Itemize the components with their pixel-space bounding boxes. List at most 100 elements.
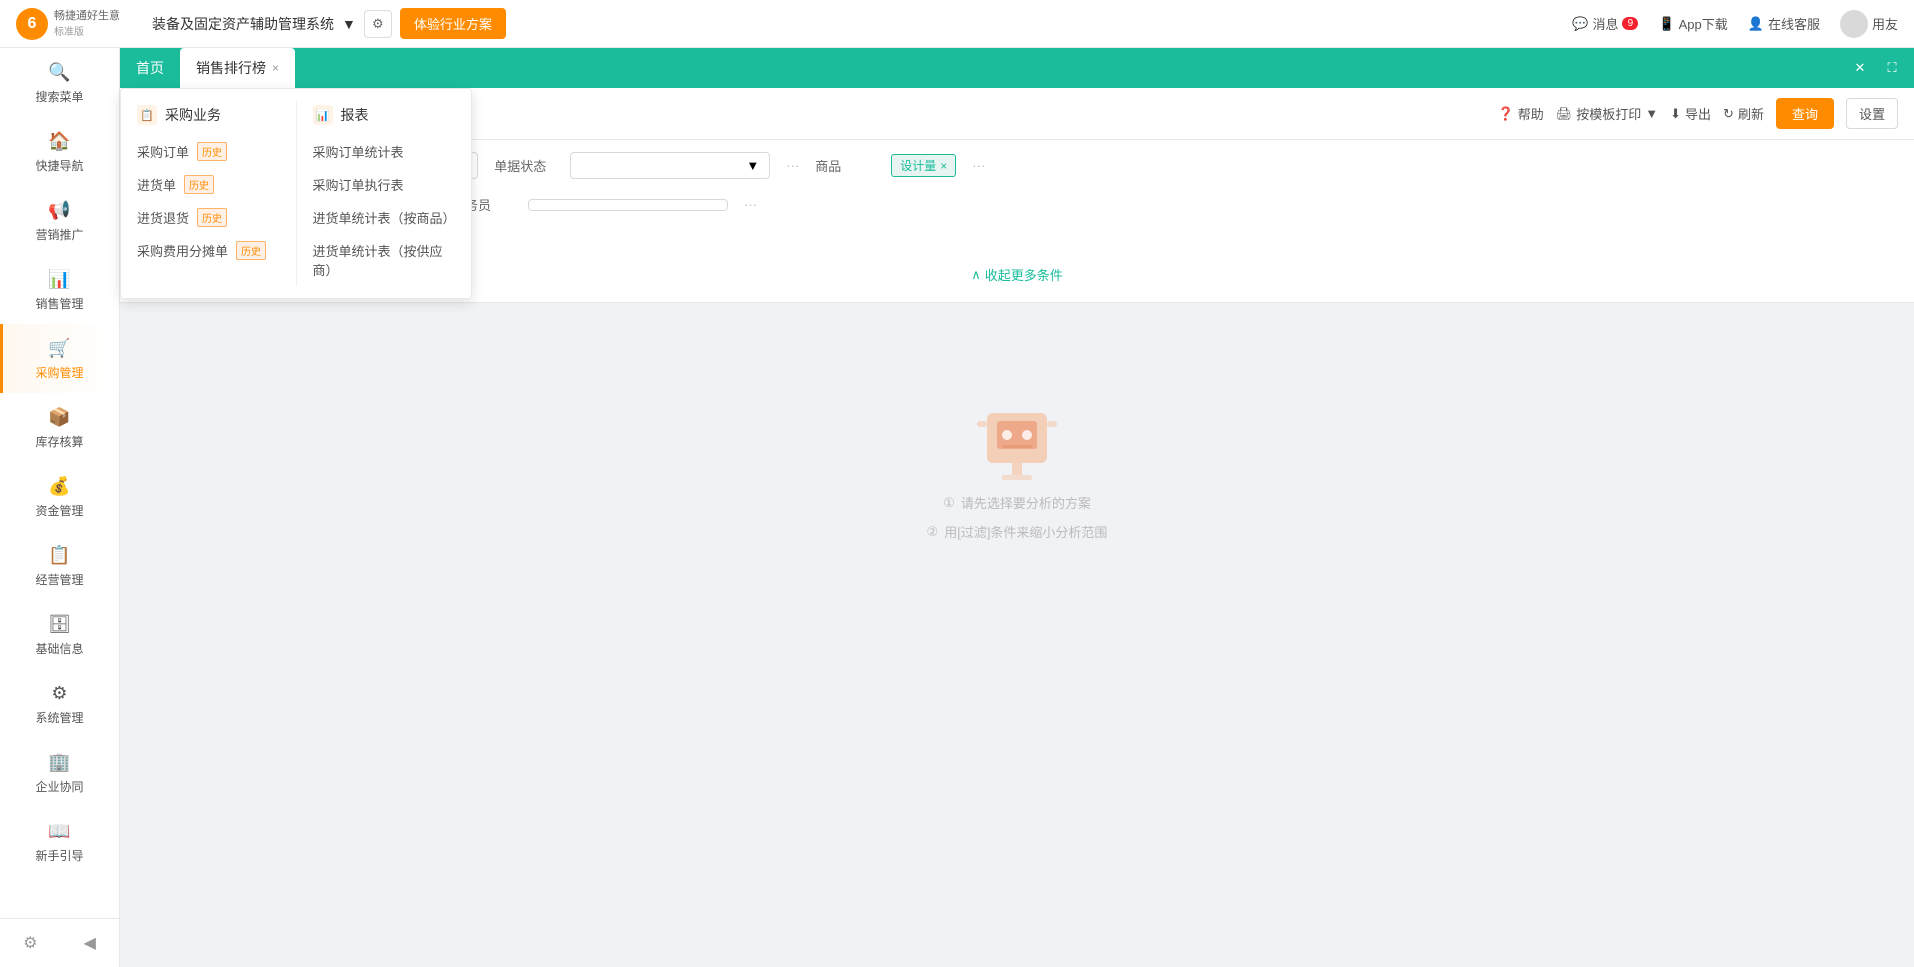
export-icon: ⬇ <box>1670 106 1681 122</box>
purchase-report-title: 📊 报表 <box>313 101 456 135</box>
sidebar-item-inventory[interactable]: 📦 库存核算 <box>0 393 119 462</box>
menu-item-incoming-goods[interactable]: 进货单统计表（按商品） <box>313 201 456 234</box>
logo-char: 6 <box>28 15 37 33</box>
doc-status-select[interactable]: ▼ <box>570 152 770 179</box>
sidebar-item-finance[interactable]: 💰 资金管理 <box>0 462 119 531</box>
return-badge: 历史 <box>197 208 227 227</box>
system-title-area: 装备及固定资产辅助管理系统 ▼ ⚙ 体验行业方案 <box>152 8 1572 39</box>
print-button[interactable]: 🖨 按模板打印 ▼ <box>1556 104 1658 123</box>
settings-button[interactable]: 设置 <box>1846 98 1898 129</box>
menu-item-order-stats[interactable]: 采购订单统计表 <box>313 135 456 168</box>
marketing-icon: 📢 <box>48 198 72 222</box>
sales-icon: 📊 <box>48 267 72 291</box>
tab-home[interactable]: 首页 <box>120 48 180 88</box>
menu-label-incoming: 进货单 <box>137 175 176 194</box>
goods-tag-label: 设计量 <box>900 157 936 174</box>
message-badge: 9 <box>1622 17 1638 30</box>
online-service-button[interactable]: 👤 在线客服 <box>1748 14 1820 33</box>
tab-sales-rank[interactable]: 销售排行榜 × <box>180 48 295 88</box>
purchase-business-section: 📋 采购业务 采购订单 历史 进货单 历史 进货退货 历史 采购费用分摊单 历史 <box>121 101 296 286</box>
sidebar-label-inventory: 库存核算 <box>35 433 83 450</box>
sidebar-item-system[interactable]: ⚙ 系统管理 <box>0 669 119 738</box>
help-button[interactable]: ❓ 帮助 <box>1498 104 1544 123</box>
search-icon: 🔍 <box>48 60 72 84</box>
sidebar-item-quicknav[interactable]: 🏠 快捷导航 <box>0 117 119 186</box>
print-label: 按模板打印 <box>1576 104 1641 123</box>
user-label: 用友 <box>1872 14 1898 33</box>
sidebar-item-purchase[interactable]: 🛒 采购管理 <box>0 324 119 393</box>
sidebar-label-operation: 经营管理 <box>35 571 83 588</box>
gear-button[interactable]: ⚙ <box>364 10 392 38</box>
salesman-select[interactable] <box>528 199 728 211</box>
sidebar-label-search: 搜索菜单 <box>35 88 83 105</box>
sidebar-item-search[interactable]: 🔍 搜索菜单 <box>0 48 119 117</box>
print-dropdown-icon: ▼ <box>1645 106 1658 121</box>
sidebar-item-basic[interactable]: 🗄 基础信息 <box>0 600 119 669</box>
empty-hint2-text: 用[过滤]条件来缩小分析范围 <box>944 522 1107 541</box>
doc-status-label: 单据状态 <box>494 156 554 175</box>
sidebar-item-operation[interactable]: 📋 经营管理 <box>0 531 119 600</box>
app-download-button[interactable]: 📱 App下载 <box>1658 14 1727 33</box>
report-section-icon: 📊 <box>313 105 333 125</box>
system-title-text: 装备及固定资产辅助管理系统 <box>152 14 334 34</box>
tab-bar: 首页 销售排行榜 × ✕ ⛶ <box>120 48 1914 88</box>
menu-item-incoming[interactable]: 进货单 历史 <box>137 168 280 201</box>
refresh-label: 刷新 <box>1738 104 1764 123</box>
purchase-dropdown-menu: 📋 采购业务 采购订单 历史 进货单 历史 进货退货 历史 采购费用分摊单 历史… <box>120 88 472 299</box>
menu-label-incoming-goods: 进货单统计表（按商品） <box>313 208 456 227</box>
message-button[interactable]: 💬 消息 9 <box>1572 14 1638 33</box>
goods-dots[interactable]: ··· <box>972 158 985 173</box>
user-area[interactable]: 用友 <box>1840 10 1898 38</box>
home-icon: 🏠 <box>48 129 72 153</box>
doc-status-dots[interactable]: ··· <box>786 158 799 173</box>
purchase-report-section: 📊 报表 采购订单统计表 采购订单执行表 进货单统计表（按商品） 进货单统计表（… <box>296 101 472 286</box>
logo-text-area: 畅捷通好生意 标准版 <box>54 9 120 38</box>
menu-label-order-stats: 采购订单统计表 <box>313 142 404 161</box>
menu-item-return[interactable]: 进货退货 历史 <box>137 201 280 234</box>
sidebar-label-marketing: 营销推广 <box>35 226 83 243</box>
system-icon: ⚙ <box>48 681 72 705</box>
menu-item-incoming-supplier[interactable]: 进货单统计表（按供应商） <box>313 234 456 286</box>
salesman-dots[interactable]: ··· <box>744 197 757 212</box>
sidebar-label-enterprise: 企业协同 <box>35 778 83 795</box>
user-avatar <box>1840 10 1868 38</box>
export-button[interactable]: ⬇ 导出 <box>1670 104 1711 123</box>
refresh-button[interactable]: ↻ 刷新 <box>1723 104 1764 123</box>
tab-sales-rank-label: 销售排行榜 <box>196 58 266 78</box>
collapse-label: 收起更多条件 <box>985 265 1063 284</box>
menu-item-order-exec[interactable]: 采购订单执行表 <box>313 168 456 201</box>
menu-item-expense[interactable]: 采购费用分摊单 历史 <box>137 234 280 267</box>
settings-bottom-btn[interactable]: ⚙ <box>15 929 45 957</box>
sidebar-item-guide[interactable]: 📖 新手引导 <box>0 807 119 876</box>
purchase-icon: 🛒 <box>48 336 72 360</box>
sidebar-item-sales[interactable]: 📊 销售管理 <box>0 255 119 324</box>
menu-item-purchase-order[interactable]: 采购订单 历史 <box>137 135 280 168</box>
app-download-label: App下载 <box>1679 14 1728 33</box>
sidebar-label-basic: 基础信息 <box>35 640 83 657</box>
tab-bar-maximize-btn[interactable]: ⛶ <box>1878 54 1906 82</box>
query-button[interactable]: 查询 <box>1776 98 1834 129</box>
system-dropdown-arrow[interactable]: ▼ <box>342 16 356 32</box>
empty-hint1-text: 请先选择要分析的方案 <box>961 493 1091 512</box>
goods-tag-remove[interactable]: × <box>940 159 947 173</box>
sidebar-label-guide: 新手引导 <box>35 847 83 864</box>
sidebar-item-marketing[interactable]: 📢 营销推广 <box>0 186 119 255</box>
tab-bar-close-btn[interactable]: ✕ <box>1846 54 1874 82</box>
purchase-order-badge: 历史 <box>197 142 227 161</box>
print-icon: 🖨 <box>1556 106 1573 122</box>
export-label: 导出 <box>1685 104 1711 123</box>
tab-close-icon[interactable]: × <box>272 61 279 75</box>
basic-icon: 🗄 <box>48 612 72 636</box>
help-label: 帮助 <box>1518 104 1544 123</box>
sidebar-label-purchase: 采购管理 <box>35 364 83 381</box>
guide-icon: 📖 <box>48 819 72 843</box>
service-icon: 👤 <box>1748 16 1764 32</box>
logo-version-badge: 标准版 <box>54 23 120 38</box>
empty-hint-2: ② 用[过滤]条件来缩小分析范围 <box>927 522 1108 541</box>
sidebar-item-enterprise[interactable]: 🏢 企业协同 <box>0 738 119 807</box>
industry-button[interactable]: 体验行业方案 <box>400 8 506 39</box>
collapse-sidebar-btn[interactable]: ◀ <box>76 929 104 957</box>
logo-brand-name: 畅捷通好生意 <box>54 9 120 23</box>
menu-label-purchase-order: 采购订单 <box>137 142 189 161</box>
logo-area: 6 畅捷通好生意 标准版 <box>16 8 136 40</box>
